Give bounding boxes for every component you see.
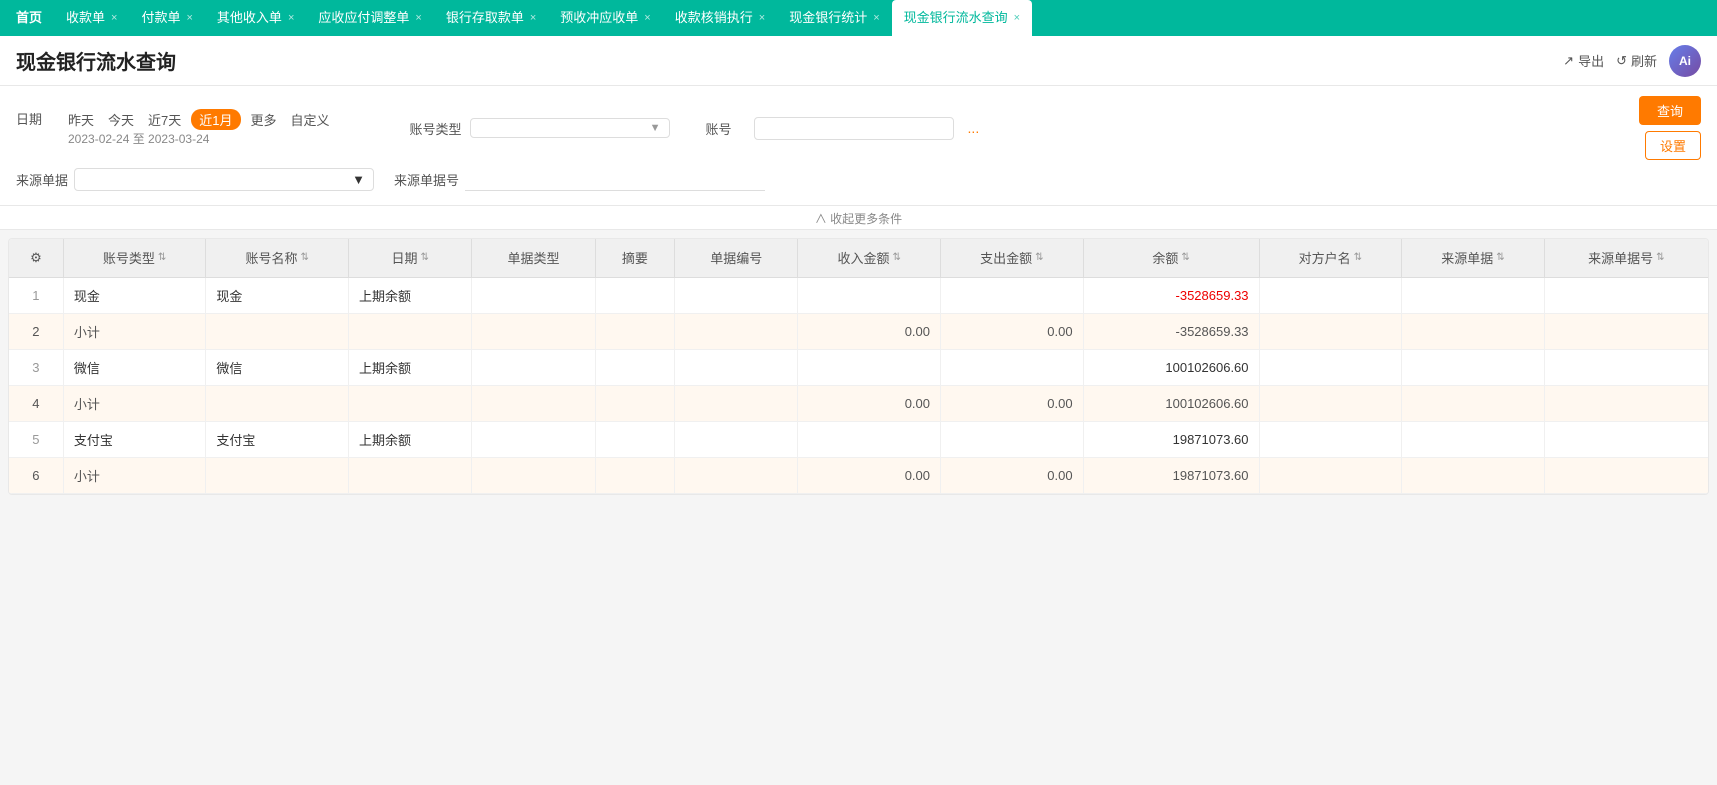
nav-home[interactable]: 首页 (4, 0, 54, 36)
date-shortcut-更多[interactable]: 更多 (247, 109, 281, 130)
cash-bank-table: ⚙账号类型⇅账号名称⇅日期⇅单据类型摘要单据编号收入金额⇅支出金额⇅余额⇅对方户… (9, 239, 1708, 494)
table-row: 6小计0.000.0019871073.60 (9, 457, 1708, 493)
refresh-icon: ↺ (1616, 53, 1627, 69)
th-account_name[interactable]: 账号名称⇅ (206, 239, 349, 277)
account-type-label: 账号类型 (410, 119, 462, 138)
th-doc_number: 单据编号 (675, 239, 798, 277)
th-summary: 摘要 (595, 239, 674, 277)
export-icon: ↗ (1563, 53, 1574, 69)
close-tab-icon[interactable]: × (1014, 0, 1020, 36)
nav-tab-预收冲应收单[interactable]: 预收冲应收单× (548, 0, 662, 36)
th-source_doc[interactable]: 来源单据⇅ (1402, 239, 1545, 277)
source-doc-number-filter: 来源单据号 (394, 169, 765, 191)
nav-tab-现金银行流水查询[interactable]: 现金银行流水查询× (892, 0, 1032, 36)
date-range-display: 2023-02-24 至 2023-03-24 (68, 130, 334, 147)
date-filter-label: 日期 (16, 109, 56, 128)
date-shortcuts: 昨天今天近7天近1月更多自定义 (64, 109, 334, 130)
source-doc-chevron-icon: ▼ (352, 172, 365, 187)
sort-icon-source_doc: ⇅ (1496, 252, 1504, 263)
close-tab-icon[interactable]: × (186, 0, 192, 36)
settings-button[interactable]: 设置 (1645, 131, 1701, 160)
nav-tab-收款核销执行[interactable]: 收款核销执行× (663, 0, 777, 36)
th-settings: ⚙ (9, 239, 63, 277)
close-tab-icon[interactable]: × (873, 0, 879, 36)
th-balance[interactable]: 余额⇅ (1083, 239, 1259, 277)
table-row: 2小计0.000.00-3528659.33 (9, 313, 1708, 349)
sort-icon-source_doc_num: ⇅ (1656, 252, 1664, 263)
table-row: 1现金现金上期余额-3528659.33 (9, 277, 1708, 313)
th-source_doc_num[interactable]: 来源单据号⇅ (1544, 239, 1708, 277)
account-type-select[interactable]: ▼ (470, 118, 670, 138)
collapse-conditions-bar[interactable]: ∧ 收起更多条件 (0, 206, 1717, 230)
close-tab-icon[interactable]: × (415, 0, 421, 36)
sort-icon-income: ⇅ (893, 252, 901, 263)
source-doc-filter: 来源单据 ▼ (16, 168, 374, 191)
th-doc_type: 单据类型 (472, 239, 595, 277)
nav-tab-应收应付调整单[interactable]: 应收应付调整单× (306, 0, 433, 36)
close-tab-icon[interactable]: × (111, 0, 117, 36)
sort-icon-counterparty: ⇅ (1354, 252, 1362, 263)
th-income[interactable]: 收入金额⇅ (798, 239, 941, 277)
nav-tab-收款单[interactable]: 收款单× (54, 0, 129, 36)
close-tab-icon[interactable]: × (288, 0, 294, 36)
ai-assistant-button[interactable]: Ai (1669, 45, 1701, 77)
header-actions: ↗ 导出 ↺ 刷新 Ai (1563, 45, 1701, 77)
nav-tab-现金银行统计[interactable]: 现金银行统计× (777, 0, 891, 36)
export-button[interactable]: ↗ 导出 (1563, 51, 1604, 70)
refresh-button[interactable]: ↺ 刷新 (1616, 51, 1657, 70)
table-row: 3微信微信上期余额100102606.60 (9, 349, 1708, 385)
nav-tab-银行存取款单[interactable]: 银行存取款单× (434, 0, 548, 36)
close-tab-icon[interactable]: × (644, 0, 650, 36)
close-tab-icon[interactable]: × (759, 0, 765, 36)
top-navigation: 首页 收款单×付款单×其他收入单×应收应付调整单×银行存取款单×预收冲应收单×收… (0, 0, 1717, 36)
table-row: 5支付宝支付宝上期余额19871073.60 (9, 421, 1708, 457)
date-shortcut-今天[interactable]: 今天 (104, 109, 138, 130)
close-tab-icon[interactable]: × (530, 0, 536, 36)
sort-icon-account_name: ⇅ (300, 252, 308, 263)
sort-icon-balance: ⇅ (1181, 252, 1189, 263)
page-header: 现金银行流水查询 ↗ 导出 ↺ 刷新 Ai (0, 36, 1717, 86)
source-doc-select[interactable]: ▼ (74, 168, 374, 191)
page-title: 现金银行流水查询 (16, 46, 176, 75)
source-doc-number-input[interactable] (465, 169, 765, 191)
th-date[interactable]: 日期⇅ (348, 239, 471, 277)
source-doc-number-label: 来源单据号 (394, 170, 459, 189)
account-more-button[interactable]: ... (962, 118, 986, 138)
sort-icon-expense: ⇅ (1035, 252, 1043, 263)
data-table-container: ⚙账号类型⇅账号名称⇅日期⇅单据类型摘要单据编号收入金额⇅支出金额⇅余额⇅对方户… (8, 238, 1709, 495)
table-row: 4小计0.000.00100102606.60 (9, 385, 1708, 421)
nav-tab-其他收入单[interactable]: 其他收入单× (205, 0, 306, 36)
date-shortcut-近7天[interactable]: 近7天 (144, 109, 185, 130)
date-shortcut-近1月[interactable]: 近1月 (191, 109, 240, 130)
sort-icon-date: ⇅ (420, 252, 428, 263)
nav-tab-付款单[interactable]: 付款单× (129, 0, 204, 36)
filter-row-2: 来源单据 ▼ 来源单据号 (16, 168, 1701, 195)
filter-row-1: 日期 昨天今天近7天近1月更多自定义 2023-02-24 至 2023-03-… (16, 96, 1701, 160)
date-shortcut-自定义[interactable]: 自定义 (287, 109, 334, 130)
th-counterparty[interactable]: 对方户名⇅ (1259, 239, 1402, 277)
sort-icon-account_type: ⇅ (158, 252, 166, 263)
source-doc-label: 来源单据 (16, 170, 68, 189)
filter-area: 日期 昨天今天近7天近1月更多自定义 2023-02-24 至 2023-03-… (0, 86, 1717, 206)
account-label: 账号 (706, 119, 746, 138)
account-type-chevron-icon: ▼ (650, 122, 661, 134)
filter-actions: 查询 设置 (1639, 96, 1701, 160)
account-input[interactable] (754, 117, 954, 140)
th-account_type[interactable]: 账号类型⇅ (63, 239, 206, 277)
th-expense[interactable]: 支出金额⇅ (941, 239, 1084, 277)
date-shortcut-昨天[interactable]: 昨天 (64, 109, 98, 130)
query-button[interactable]: 查询 (1639, 96, 1701, 125)
